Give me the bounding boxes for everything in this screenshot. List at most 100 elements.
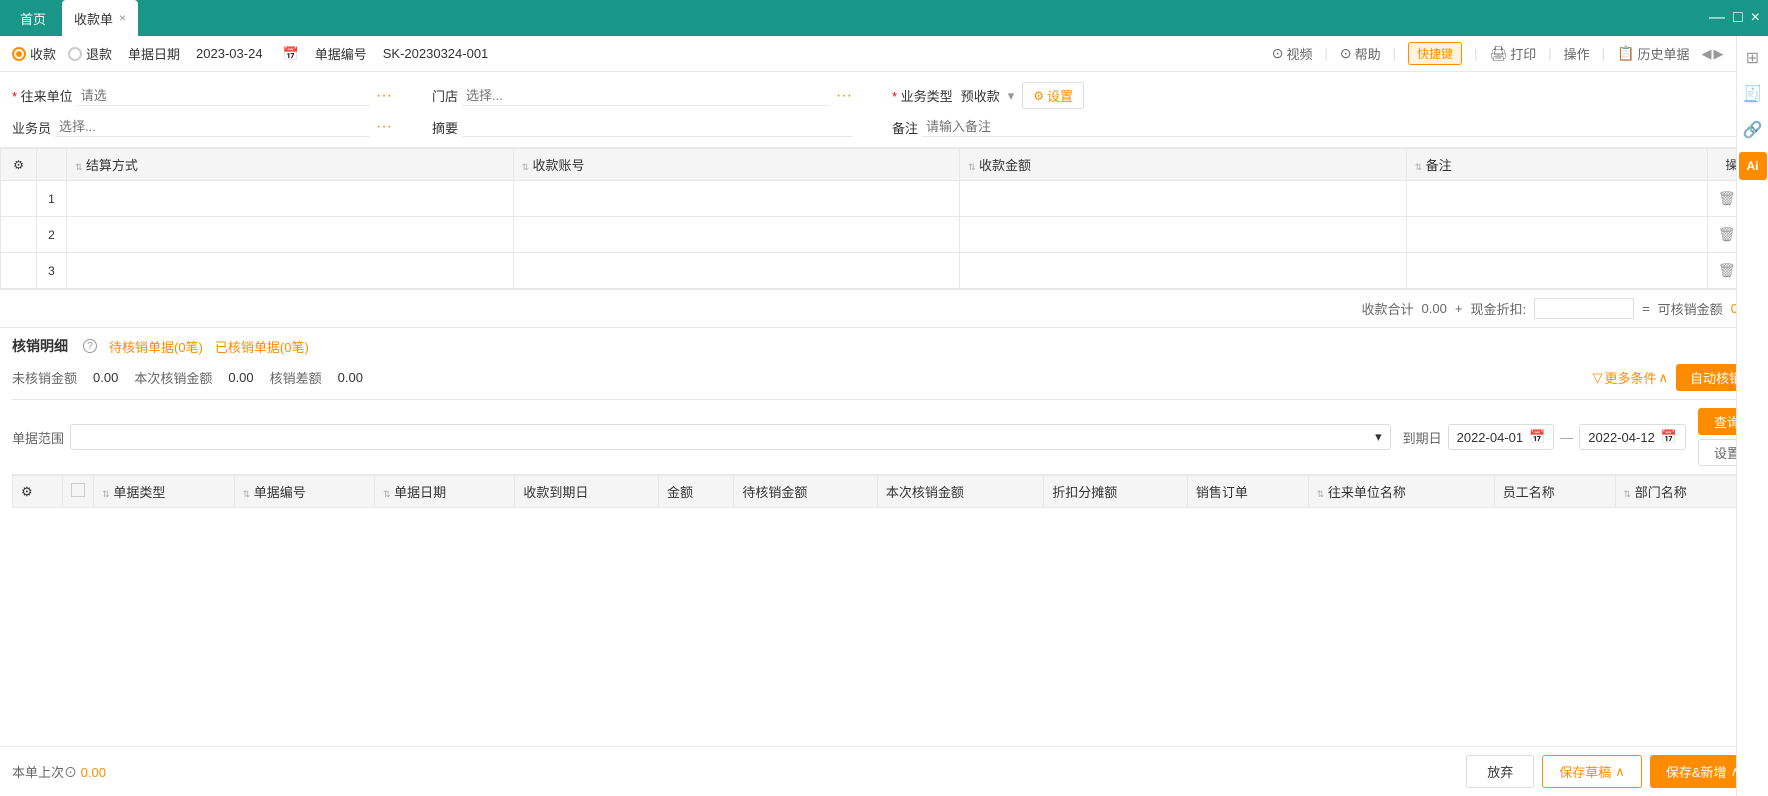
btable-amount-col: 金额 [659,476,734,508]
window-maximize-btn[interactable]: □ [1733,9,1743,27]
row-2-delete-icon[interactable]: 🗑 [1718,226,1736,243]
note-col-label: 备注 [1426,158,1452,173]
verify-tab-completed[interactable]: 已核销单据(0笔) [215,337,309,356]
print-btn[interactable]: 🖨 打印 [1489,44,1536,63]
nav-next-icon[interactable]: ▶ [1714,46,1724,62]
table-row-gear-2 [1,217,37,253]
business-type-dropdown[interactable]: 预收款 ▾ [961,86,1015,105]
print-label: 打印 [1510,44,1536,63]
date-calendar-icon[interactable]: 📅 [283,46,299,62]
calendar-from-icon: 📅 [1529,429,1545,445]
row-1-amount[interactable] [960,181,1407,217]
note-input[interactable] [922,117,1756,137]
row-1-settlement[interactable] [67,181,514,217]
verify-tabs: 待核销单据(0笔) 已核销单据(0笔) [109,337,309,356]
discount-input[interactable] [1534,298,1634,319]
table-row: 3 🗑 📋 [1,253,1768,289]
salesperson-dots-icon[interactable]: ··· [376,119,392,135]
abandon-btn[interactable]: 放弃 [1466,755,1534,788]
business-type-field: 业务类型 预收款 ▾ ⚙ 设置 [892,82,1084,109]
save-draft-btn[interactable]: 保存草稿 ∧ [1542,755,1642,788]
range-select[interactable]: ▾ [70,424,1391,450]
radio-receipt[interactable]: 收款 [12,44,56,63]
summary-label: 摘要 [432,118,458,137]
table-row-gear-3 [1,253,37,289]
tab-current[interactable]: 收款单 × [62,0,138,36]
history-icon: 📋 [1617,45,1634,62]
row-2-note[interactable] [1406,217,1707,253]
row-2-settlement[interactable] [67,217,514,253]
tab-home-label: 首页 [20,9,46,28]
store-input[interactable] [462,86,830,106]
divider5: | [1602,46,1605,61]
row-3-account[interactable] [513,253,960,289]
row-3-settlement[interactable] [67,253,514,289]
verify-tab-pending[interactable]: 待核销单据(0笔) [109,337,203,356]
btable-type-label: 单据类型 [113,485,165,500]
toolbar-row: 收款 退款 单据日期 2023-03-24 📅 单据编号 SK-20230324… [0,36,1768,72]
table-row-gear-1 [1,181,37,217]
store-label: 门店 [432,86,458,105]
row-3-delete-icon[interactable]: 🗑 [1718,262,1736,279]
operations-btn[interactable]: 操作 [1564,44,1590,63]
video-btn[interactable]: ⊙ 视频 [1272,44,1313,63]
date-value: 2023-03-24 [196,46,263,61]
counterpart-input[interactable] [77,86,370,106]
shortcut-btn[interactable]: 快捷键 [1408,42,1462,65]
date-label: 单据日期 [128,44,180,63]
plus-sign: + [1455,301,1463,316]
date-to-value: 2022-04-12 [1588,430,1655,445]
btable-thisverify-label: 本次核销金额 [886,485,964,500]
sidebar-table-icon[interactable]: ⊞ [1739,44,1767,72]
store-dots-icon[interactable]: ··· [836,88,852,104]
sidebar-link-icon[interactable]: 🔗 [1739,116,1767,144]
btable-gear-col[interactable]: ⚙ [13,476,63,508]
row-1-note[interactable] [1406,181,1707,217]
row-num-1: 1 [37,181,67,217]
calendar-to-icon: 📅 [1661,429,1677,445]
counterpart-dots-icon[interactable]: ··· [376,88,392,104]
row-3-amount[interactable] [960,253,1407,289]
date-from-input[interactable]: 2022-04-01 📅 [1448,424,1555,450]
more-conditions-label: 更多条件 [1604,368,1656,387]
date-to-input[interactable]: 2022-04-12 📅 [1579,424,1686,450]
btable-employee-label: 员工名称 [1503,485,1555,500]
more-conditions-btn[interactable]: ▽ 更多条件 ∧ [1592,368,1668,387]
tab-home[interactable]: 首页 [8,0,58,36]
verify-info-icon[interactable]: ? [83,339,97,353]
tab-close-icon[interactable]: × [119,11,126,25]
summary-field: 摘要 [432,117,852,137]
last-amount-area: 本单上次⊙ 0.00 [12,762,106,781]
row-1-delete-icon[interactable]: 🗑 [1718,190,1736,207]
account-col-label: 收款账号 [532,158,584,173]
row-3-note[interactable] [1406,253,1707,289]
window-minimize-btn[interactable]: — [1709,9,1725,27]
nav-prev-icon[interactable]: ◀ [1702,46,1712,62]
bottom-footer: 本单上次⊙ 0.00 放弃 保存草稿 ∧ 保存&新增 ∧ [0,746,1768,796]
window-close-btn[interactable]: × [1751,9,1760,27]
salesperson-field: 业务员 ··· [12,117,392,137]
radio-refund[interactable]: 退款 [68,44,112,63]
row-1-account[interactable] [513,181,960,217]
radio-receipt-dot [12,47,26,61]
business-type-value: 预收款 [961,86,1000,105]
toolbar-right: ⊙ 视频 | ⊙ 帮助 | 快捷键 | 🖨 打印 | 操作 | 📋 历史单据 [1272,42,1756,65]
btable-check-all[interactable] [71,483,85,497]
form-settings-btn[interactable]: ⚙ 设置 [1022,82,1084,109]
row-2-amount[interactable] [960,217,1407,253]
history-btn[interactable]: 📋 历史单据 [1617,44,1689,63]
row-num-3: 3 [37,253,67,289]
help-btn[interactable]: ⊙ 帮助 [1340,44,1381,63]
range-filter-field: 单据范围 ▾ [12,424,1391,450]
summary-input[interactable] [462,117,852,137]
row-2-account[interactable] [513,217,960,253]
ai-label: Ai [1747,159,1759,173]
sidebar-receipt-icon[interactable]: 🧾 [1739,80,1767,108]
salesperson-input[interactable] [55,117,370,137]
table-gear-col[interactable]: ⚙ [1,149,37,181]
sidebar-camera-icon[interactable]: Ai [1739,152,1767,180]
btable-dept-col: ⇅ 部门名称 [1615,476,1755,508]
bottom-table-area: ⚙ ⇅ 单据类型 ⇅ 单据编号 ⇅ [12,475,1756,746]
note-field: 备注 [892,117,1756,137]
form-area: 往来单位 ··· 门店 ··· 业务类型 预收款 ▾ ⚙ 设置 [0,72,1768,148]
